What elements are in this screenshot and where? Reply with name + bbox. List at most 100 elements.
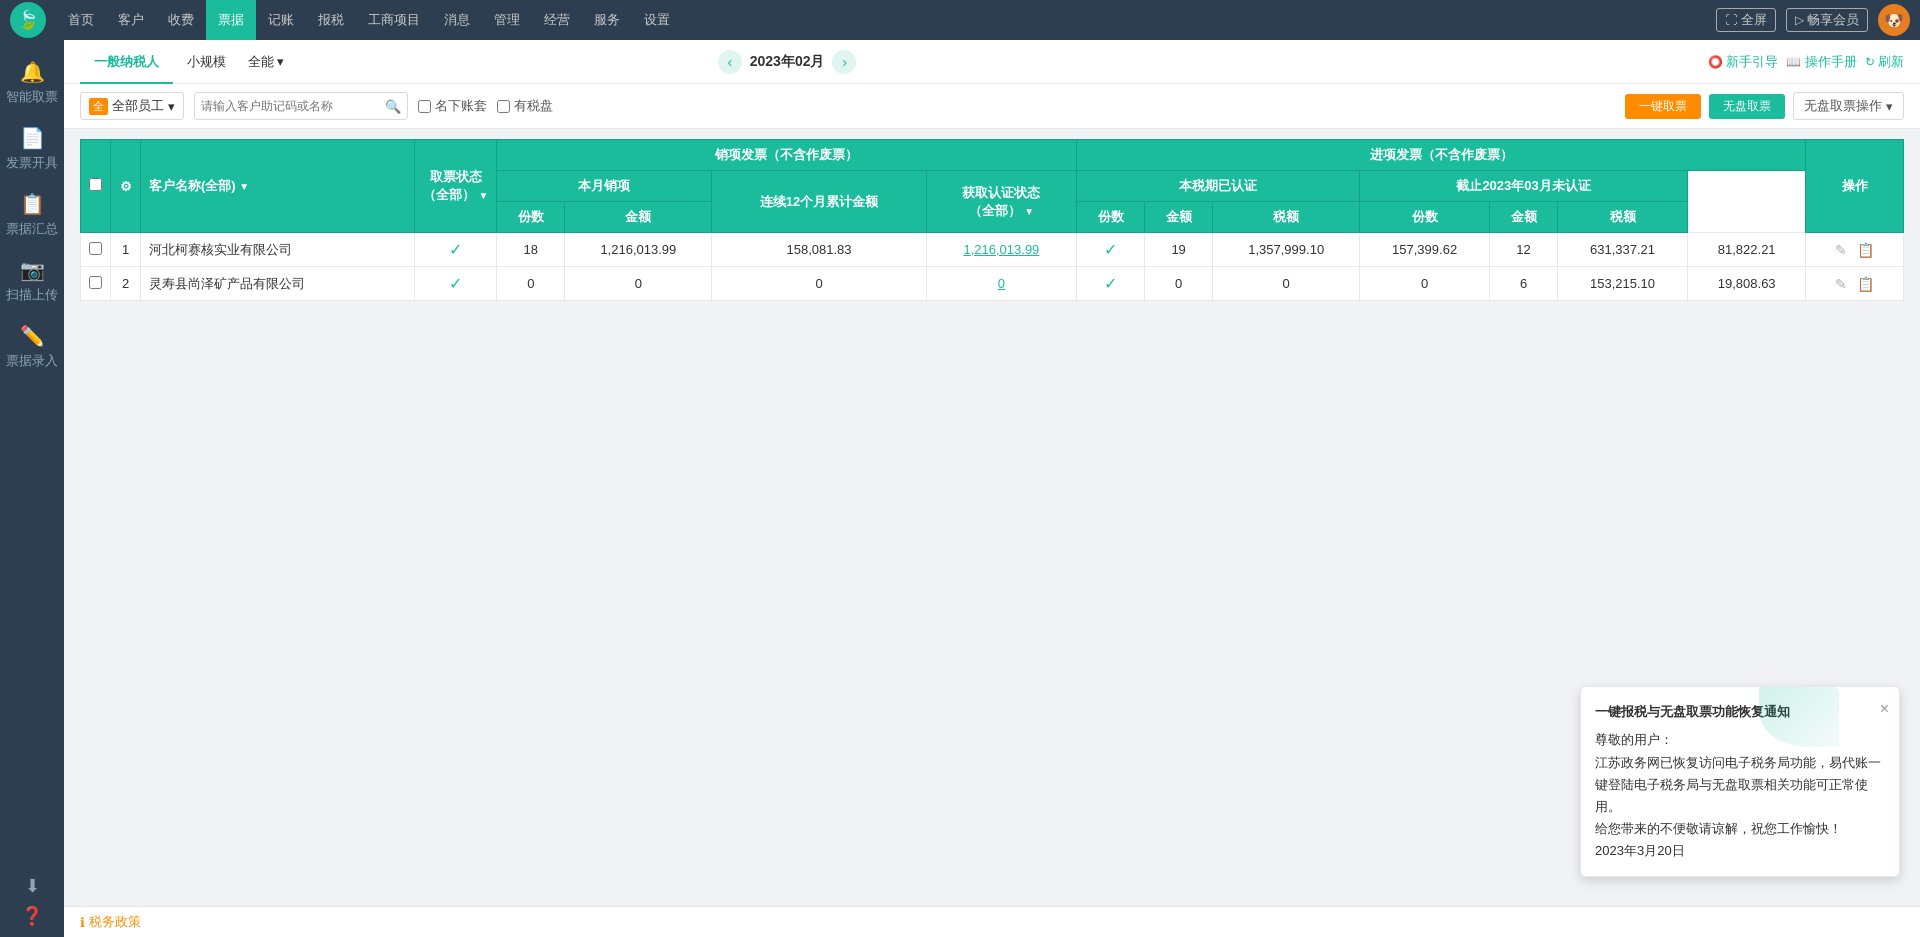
footer-bar: ℹ 税务政策	[64, 906, 1920, 937]
sidebar-item-label: 扫描上传	[6, 286, 58, 304]
ticket-entry-icon: ✏️	[20, 324, 45, 348]
filter-bar-right: 一键取票 无盘取票 无盘取票操作 ▾	[1625, 92, 1904, 120]
notification-greeting: 尊敬的用户：	[1595, 729, 1885, 751]
sidebar-item-label: 智能取票	[6, 88, 58, 106]
row2-sales-tax: 0	[712, 267, 926, 301]
download-icon[interactable]: ⬇	[25, 875, 40, 897]
sidebar-item-invoice-summary[interactable]: 📋 票据汇总	[0, 182, 64, 248]
search-wrap: 🔍	[194, 92, 408, 120]
row2-checkbox[interactable]	[89, 276, 102, 289]
col-purchase-count: 份数	[1077, 202, 1145, 233]
date-next-button[interactable]: ›	[832, 50, 856, 74]
notification-close-button[interactable]: ×	[1880, 695, 1889, 722]
tax-disk-checkbox-label[interactable]: 有税盘	[497, 97, 553, 115]
new-guide-link[interactable]: ⭕ 新手引导	[1708, 53, 1778, 71]
row2-purchase-amount: 0	[1213, 267, 1360, 301]
row2-uncert-count: 6	[1490, 267, 1558, 301]
row2-cumulative-link[interactable]: 0	[998, 276, 1005, 291]
nav-home[interactable]: 首页	[56, 0, 106, 40]
current-date: 2023年02月	[750, 53, 825, 71]
no-disk-ops-dropdown[interactable]: 无盘取票操作 ▾	[1793, 92, 1904, 120]
col-settings-header: ⚙	[111, 140, 141, 233]
nav-service[interactable]: 服务	[582, 0, 632, 40]
one-click-ticket-button[interactable]: 一键取票	[1625, 94, 1701, 119]
policy-label: 税务政策	[89, 913, 141, 931]
col-cert-status-header[interactable]: 获取认证状态（全部） ▼	[926, 171, 1076, 233]
refresh-link[interactable]: ↻ 刷新	[1865, 53, 1904, 71]
sidebar-item-issue-invoice[interactable]: 📄 发票开具	[0, 116, 64, 182]
nav-customer[interactable]: 客户	[106, 0, 156, 40]
row2-edit-icon[interactable]: ✎	[1835, 276, 1847, 292]
col-status-header[interactable]: 取票状态（全部） ▼	[414, 140, 497, 233]
row2-copy-icon[interactable]: 📋	[1857, 276, 1874, 292]
nav-manage[interactable]: 管理	[482, 0, 532, 40]
tax-disk-checkbox[interactable]	[497, 100, 510, 113]
nav-tax[interactable]: 报税	[306, 0, 356, 40]
sidebar-item-smart-ticket[interactable]: 🔔 智能取票	[0, 50, 64, 116]
account-checkbox-label[interactable]: 名下账套	[418, 97, 487, 115]
col-ops-header: 操作	[1806, 140, 1904, 233]
col-purchase-amount: 金额	[1145, 202, 1213, 233]
nav-fee[interactable]: 收费	[156, 0, 206, 40]
smart-ticket-icon: 🔔	[20, 60, 45, 84]
tab-dropdown-icon: ▾	[277, 54, 284, 69]
avatar[interactable]: 🐶	[1878, 4, 1910, 36]
row1-edit-icon[interactable]: ✎	[1835, 242, 1847, 258]
search-icon[interactable]: 🔍	[385, 99, 401, 114]
tab-full-dropdown[interactable]: 全能 ▾	[240, 53, 292, 71]
notification-apology: 给您带来的不便敬请谅解，祝您工作愉快！	[1595, 818, 1885, 840]
employee-select[interactable]: 全 全部员工 ▾	[80, 92, 184, 120]
col-uncert-count: 份数	[1360, 202, 1490, 233]
row1-cumulative: 1,216,013.99	[926, 233, 1076, 267]
nav-operation[interactable]: 经营	[532, 0, 582, 40]
fullscreen-button[interactable]: ⛶ 全屏	[1716, 8, 1775, 32]
employee-dropdown-icon: ▾	[168, 99, 175, 114]
table-row: 1 河北柯赛核实业有限公司 ✓ 18 1,216,013.99 158,081.…	[81, 233, 1904, 267]
nav-right: ⛶ 全屏 ▷ 畅享会员 🐶	[1716, 4, 1910, 36]
search-input[interactable]	[201, 99, 381, 113]
issue-invoice-icon: 📄	[20, 126, 45, 150]
no-disk-ops-label: 无盘取票操作	[1804, 97, 1882, 115]
employee-tag: 全	[89, 98, 108, 115]
col-sales-amount: 金额	[565, 202, 712, 233]
tab-small-scale[interactable]: 小规模	[173, 40, 240, 84]
col-sales-count: 份数	[497, 202, 565, 233]
help-icon[interactable]: ❓	[21, 905, 43, 927]
nav-settings[interactable]: 设置	[632, 0, 682, 40]
col-company-header[interactable]: 客户名称(全部) ▼	[141, 140, 415, 233]
nav-accounting[interactable]: 记账	[256, 0, 306, 40]
notification-body: 江苏政务网已恢复访问电子税务局功能，易代账一键登陆电子税务局与无盘取票相关功能可…	[1595, 752, 1885, 818]
row2-sales-amount: 0	[565, 267, 712, 301]
no-disk-ticket-button[interactable]: 无盘取票	[1709, 94, 1785, 119]
row1-sales-amount: 1,216,013.99	[565, 233, 712, 267]
row1-purchase-status: ✓	[1077, 233, 1145, 267]
row1-cumulative-link[interactable]: 1,216,013.99	[963, 242, 1039, 257]
sidebar-item-ticket-entry[interactable]: ✏️ 票据录入	[0, 314, 64, 380]
col-uncert-amount: 金额	[1490, 202, 1558, 233]
no-disk-ops-dropdown-icon: ▾	[1886, 99, 1893, 114]
member-button[interactable]: ▷ 畅享会员	[1786, 8, 1868, 32]
row1-copy-icon[interactable]: 📋	[1857, 242, 1874, 258]
date-prev-button[interactable]: ‹	[718, 50, 742, 74]
account-checkbox[interactable]	[418, 100, 431, 113]
logo-icon: 🍃	[10, 2, 46, 38]
row2-checkbox-cell	[81, 267, 111, 301]
nav-message[interactable]: 消息	[432, 0, 482, 40]
nav-business[interactable]: 工商项目	[356, 0, 432, 40]
tax-policy-link[interactable]: ℹ 税务政策	[80, 913, 141, 931]
select-all-checkbox[interactable]	[89, 178, 102, 191]
row1-checkbox[interactable]	[89, 242, 102, 255]
sidebar-bottom: ⬇ ❓	[21, 875, 43, 927]
nav-ticket[interactable]: 票据	[206, 0, 256, 40]
sidebar-item-scan-upload[interactable]: 📷 扫描上传	[0, 248, 64, 314]
row2-uncert-tax: 19,808.63	[1687, 267, 1805, 301]
sidebar: 🔔 智能取票 📄 发票开具 📋 票据汇总 📷 扫描上传 ✏️ 票据录入 ⬇ ❓	[0, 40, 64, 937]
table-row: 2 灵寿县尚泽矿产品有限公司 ✓ 0 0 0 0 ✓ 0 0 0 6 153,2…	[81, 267, 1904, 301]
col-uncert-tax: 税额	[1558, 202, 1688, 233]
col-sales-header: 销项发票（不含作废票）	[497, 140, 1077, 171]
tab-general-taxpayer[interactable]: 一般纳税人	[80, 40, 173, 84]
row2-purchase-tax: 0	[1360, 267, 1490, 301]
policy-icon: ℹ	[80, 915, 85, 930]
col-cumulative-header: 连续12个月累计金额	[712, 171, 926, 233]
manual-link[interactable]: 📖 操作手册	[1786, 53, 1856, 71]
